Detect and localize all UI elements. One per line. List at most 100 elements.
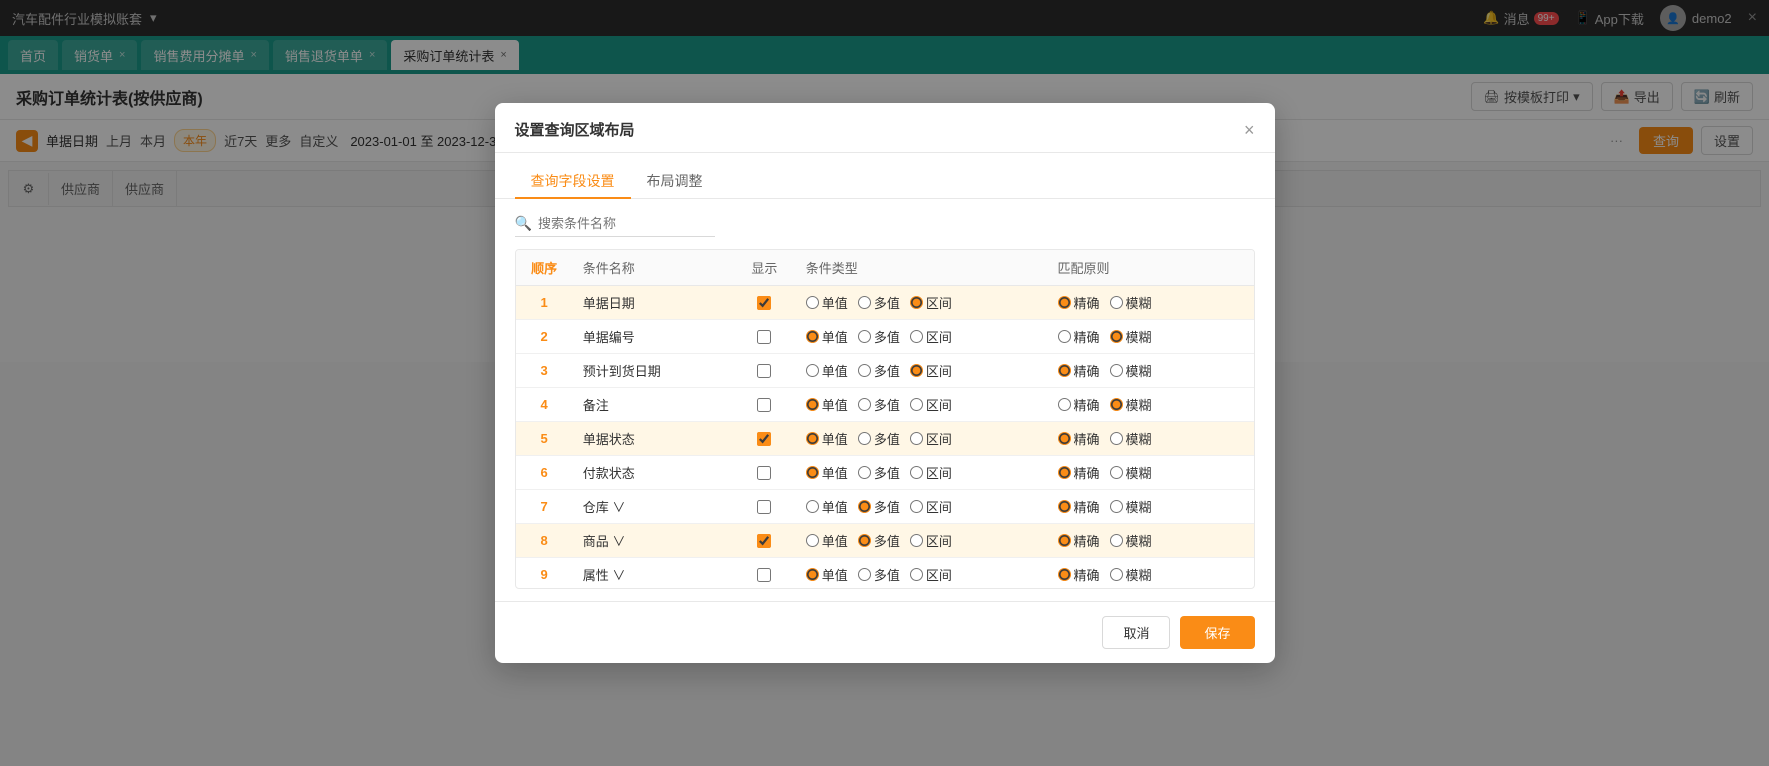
radio-type-区间[interactable]: 区间 bbox=[910, 463, 952, 482]
radio-match-模糊[interactable]: 模糊 bbox=[1110, 565, 1152, 584]
table-row: 2单据编号单值多值区间精确模糊 bbox=[516, 320, 1254, 354]
radio-match-精确[interactable]: 精确 bbox=[1058, 395, 1100, 414]
row-match-cell: 精确模糊 bbox=[1048, 354, 1254, 388]
row-order: 9 bbox=[516, 558, 573, 590]
row-show-cell[interactable] bbox=[733, 388, 796, 422]
row-match-cell: 精确模糊 bbox=[1048, 558, 1254, 590]
radio-match-模糊[interactable]: 模糊 bbox=[1110, 361, 1152, 380]
radio-match-模糊[interactable]: 模糊 bbox=[1110, 327, 1152, 346]
radio-type-单值[interactable]: 单值 bbox=[806, 293, 848, 312]
radio-type-区间[interactable]: 区间 bbox=[910, 497, 952, 516]
condition-search-input[interactable] bbox=[532, 216, 715, 231]
row-type-cell: 单值多值区间 bbox=[796, 320, 1048, 354]
row-show-checkbox-2[interactable] bbox=[757, 364, 771, 378]
radio-type-多值[interactable]: 多值 bbox=[858, 327, 900, 346]
row-show-cell[interactable] bbox=[733, 422, 796, 456]
radio-type-多值[interactable]: 多值 bbox=[858, 361, 900, 380]
radio-match-模糊[interactable]: 模糊 bbox=[1110, 395, 1152, 414]
row-name: 仓库 ∨ bbox=[573, 490, 733, 524]
row-match-cell: 精确模糊 bbox=[1048, 490, 1254, 524]
row-order: 7 bbox=[516, 490, 573, 524]
radio-match-精确[interactable]: 精确 bbox=[1058, 531, 1100, 550]
table-row: 5单据状态单值多值区间精确模糊 bbox=[516, 422, 1254, 456]
th-name: 条件名称 bbox=[573, 250, 733, 286]
radio-match-精确[interactable]: 精确 bbox=[1058, 463, 1100, 482]
radio-type-单值[interactable]: 单值 bbox=[806, 497, 848, 516]
radio-type-单值[interactable]: 单值 bbox=[806, 531, 848, 550]
dialog-tab-bar: 查询字段设置 布局调整 bbox=[495, 153, 1275, 199]
row-type-cell: 单值多值区间 bbox=[796, 388, 1048, 422]
radio-type-多值[interactable]: 多值 bbox=[858, 565, 900, 584]
th-match: 匹配原则 bbox=[1048, 250, 1254, 286]
row-show-checkbox-1[interactable] bbox=[757, 330, 771, 344]
radio-type-单值[interactable]: 单值 bbox=[806, 429, 848, 448]
radio-type-单值[interactable]: 单值 bbox=[806, 395, 848, 414]
radio-type-多值[interactable]: 多值 bbox=[858, 429, 900, 448]
radio-match-精确[interactable]: 精确 bbox=[1058, 497, 1100, 516]
radio-type-单值[interactable]: 单值 bbox=[806, 327, 848, 346]
radio-type-区间[interactable]: 区间 bbox=[910, 361, 952, 380]
row-show-checkbox-5[interactable] bbox=[757, 466, 771, 480]
dialog-body: 🔍 顺序 条件名称 显示 条件类型 匹配原则 bbox=[495, 199, 1275, 601]
dialog-close-button[interactable]: × bbox=[1244, 121, 1255, 139]
row-show-checkbox-4[interactable] bbox=[757, 432, 771, 446]
row-name: 付款状态 bbox=[573, 456, 733, 490]
radio-type-单值[interactable]: 单值 bbox=[806, 565, 848, 584]
row-order: 5 bbox=[516, 422, 573, 456]
row-show-checkbox-3[interactable] bbox=[757, 398, 771, 412]
radio-type-多值[interactable]: 多值 bbox=[858, 395, 900, 414]
radio-match-精确[interactable]: 精确 bbox=[1058, 565, 1100, 584]
row-match-cell: 精确模糊 bbox=[1048, 286, 1254, 320]
radio-type-单值[interactable]: 单值 bbox=[806, 361, 848, 380]
radio-type-区间[interactable]: 区间 bbox=[910, 327, 952, 346]
cancel-button[interactable]: 取消 bbox=[1102, 616, 1170, 649]
table-row: 3预计到货日期单值多值区间精确模糊 bbox=[516, 354, 1254, 388]
row-show-cell[interactable] bbox=[733, 286, 796, 320]
radio-type-区间[interactable]: 区间 bbox=[910, 565, 952, 584]
radio-match-精确[interactable]: 精确 bbox=[1058, 429, 1100, 448]
row-show-checkbox-6[interactable] bbox=[757, 500, 771, 514]
save-button[interactable]: 保存 bbox=[1180, 616, 1254, 649]
row-show-cell[interactable] bbox=[733, 524, 796, 558]
row-show-cell[interactable] bbox=[733, 320, 796, 354]
row-order: 6 bbox=[516, 456, 573, 490]
radio-match-精确[interactable]: 精确 bbox=[1058, 361, 1100, 380]
radio-type-单值[interactable]: 单值 bbox=[806, 463, 848, 482]
row-type-cell: 单值多值区间 bbox=[796, 524, 1048, 558]
row-type-cell: 单值多值区间 bbox=[796, 558, 1048, 590]
radio-match-精确[interactable]: 精确 bbox=[1058, 293, 1100, 312]
th-show: 显示 bbox=[733, 250, 796, 286]
radio-match-模糊[interactable]: 模糊 bbox=[1110, 463, 1152, 482]
row-show-cell[interactable] bbox=[733, 558, 796, 590]
table-row: 1单据日期单值多值区间精确模糊 bbox=[516, 286, 1254, 320]
radio-match-模糊[interactable]: 模糊 bbox=[1110, 429, 1152, 448]
row-show-cell[interactable] bbox=[733, 456, 796, 490]
row-type-cell: 单值多值区间 bbox=[796, 456, 1048, 490]
radio-type-区间[interactable]: 区间 bbox=[910, 395, 952, 414]
radio-type-多值[interactable]: 多值 bbox=[858, 497, 900, 516]
radio-match-模糊[interactable]: 模糊 bbox=[1110, 497, 1152, 516]
radio-match-精确[interactable]: 精确 bbox=[1058, 327, 1100, 346]
row-order: 8 bbox=[516, 524, 573, 558]
row-show-checkbox-8[interactable] bbox=[757, 568, 771, 582]
row-show-cell[interactable] bbox=[733, 354, 796, 388]
row-show-checkbox-7[interactable] bbox=[757, 534, 771, 548]
row-type-cell: 单值多值区间 bbox=[796, 354, 1048, 388]
row-show-cell[interactable] bbox=[733, 490, 796, 524]
radio-type-多值[interactable]: 多值 bbox=[858, 531, 900, 550]
radio-type-区间[interactable]: 区间 bbox=[910, 429, 952, 448]
table-row: 7仓库 ∨ 单值多值区间 精确模糊 bbox=[516, 490, 1254, 524]
row-name: 备注 bbox=[573, 388, 733, 422]
radio-type-区间[interactable]: 区间 bbox=[910, 531, 952, 550]
radio-match-模糊[interactable]: 模糊 bbox=[1110, 293, 1152, 312]
radio-type-多值[interactable]: 多值 bbox=[858, 293, 900, 312]
tab-field-settings[interactable]: 查询字段设置 bbox=[515, 165, 631, 199]
search-icon: 🔍 bbox=[515, 215, 532, 232]
radio-type-多值[interactable]: 多值 bbox=[858, 463, 900, 482]
row-order: 2 bbox=[516, 320, 573, 354]
radio-match-模糊[interactable]: 模糊 bbox=[1110, 531, 1152, 550]
tab-layout-adjust[interactable]: 布局调整 bbox=[631, 165, 719, 199]
row-show-checkbox-0[interactable] bbox=[757, 296, 771, 310]
table-row: 8商品 ∨单值多值区间精确模糊 bbox=[516, 524, 1254, 558]
radio-type-区间[interactable]: 区间 bbox=[910, 293, 952, 312]
